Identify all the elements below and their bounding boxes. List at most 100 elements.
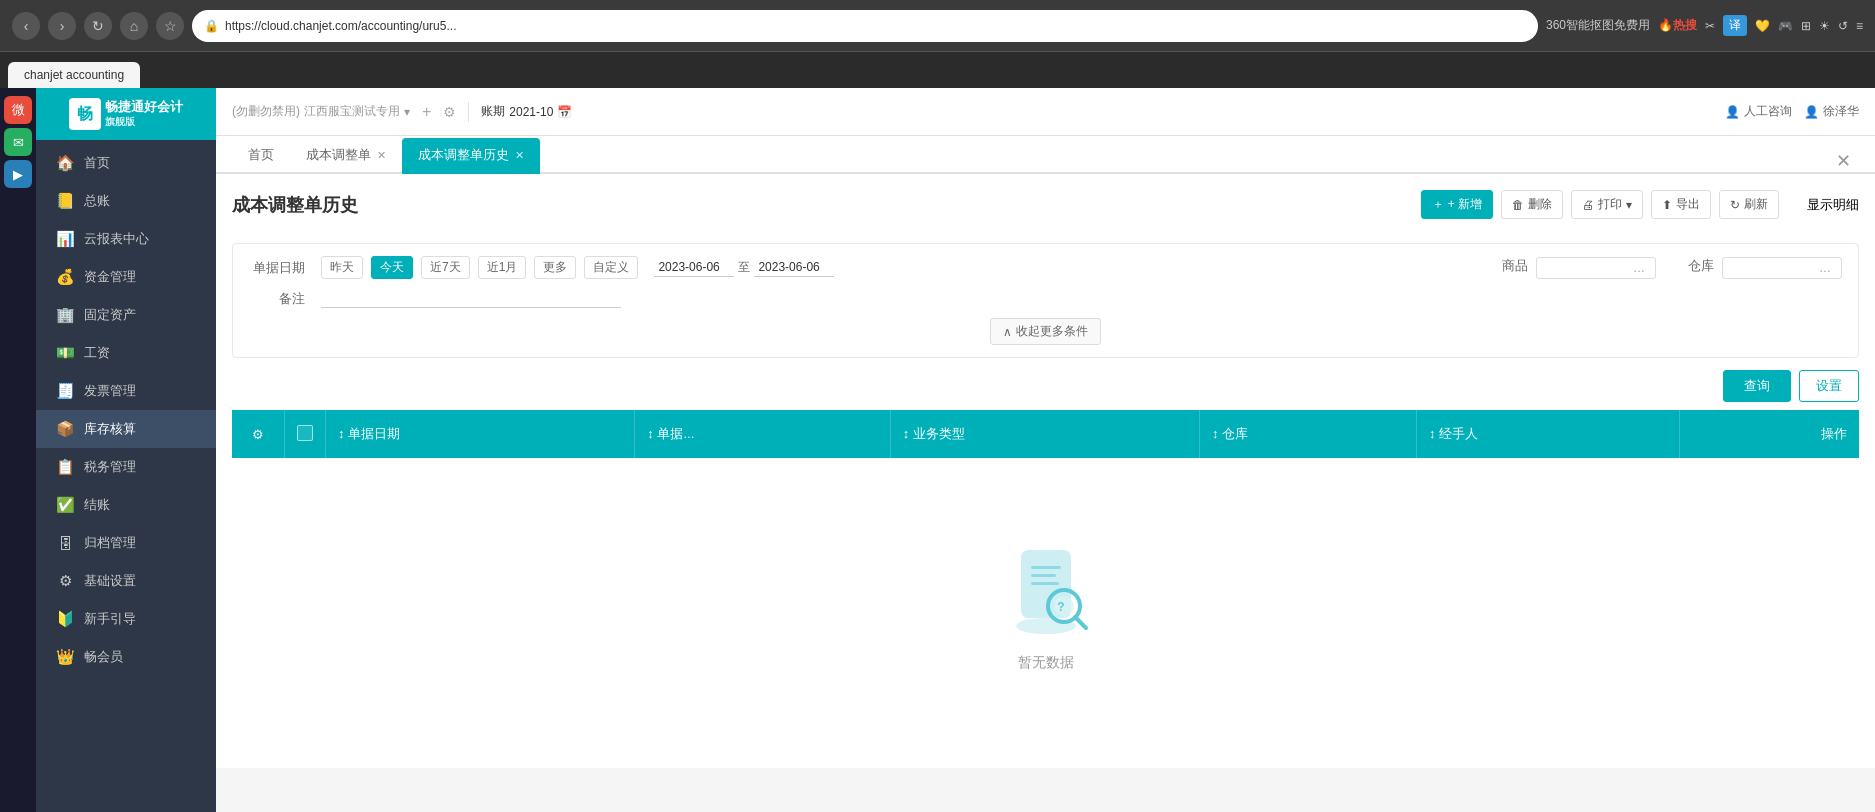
undo-icon[interactable]: ↺ [1838,19,1848,33]
tab-cost-adjust[interactable]: 成本调整单 ✕ [290,138,402,174]
wallet-icon[interactable]: 💛 [1755,19,1770,33]
strip-icon-3[interactable]: ▶ [4,160,32,188]
tab-cost-adjust-label: 成本调整单 [306,146,371,164]
sidebar-item-closing[interactable]: ✅ 结账 [36,486,216,524]
notes-filter-label: 备注 [249,290,305,308]
svg-rect-2 [1031,574,1056,577]
date-7days-btn[interactable]: 近7天 [421,256,470,279]
th-warehouse[interactable]: ↕ 仓库 [1200,410,1417,458]
date-range-input: 至 [654,258,834,277]
settings-icon[interactable]: ⚙ [443,104,456,120]
filter-row-notes: 备注 [249,289,1842,308]
settings-btn[interactable]: 设置 [1799,370,1859,402]
th-date-label: ↕ 单据日期 [338,426,400,441]
warehouse-select-btn[interactable]: … [1722,257,1842,279]
refresh-button[interactable]: ↻ [84,12,112,40]
sidebar-item-archive[interactable]: 🗄 归档管理 [36,524,216,562]
translate-btn[interactable]: 译 [1723,15,1747,36]
search-hint: 360智能抠图免费用 [1546,17,1650,34]
sidebar-item-invoices[interactable]: 🧾 发票管理 [36,372,216,410]
date-1month-btn[interactable]: 近1月 [478,256,527,279]
sidebar-item-membership[interactable]: 👑 畅会员 [36,638,216,676]
sidebar-icon-closing: ✅ [56,496,74,514]
refresh-label: 刷新 [1744,196,1768,213]
logo-text: 畅捷通好会计 [105,99,183,115]
th-date[interactable]: ↕ 单据日期 [326,410,635,458]
sidebar-item-inventory[interactable]: 📦 库存核算 [36,410,216,448]
refresh-icon: ↻ [1730,198,1740,212]
browser-tab-active[interactable]: chanjet accounting [8,62,140,88]
tab-cost-adjust-history[interactable]: 成本调整单历史 ✕ [402,138,540,174]
forward-button[interactable]: › [48,12,76,40]
sidebar-item-guide[interactable]: 🔰 新手引导 [36,600,216,638]
home-button[interactable]: ⌂ [120,12,148,40]
sidebar-item-fixed-assets[interactable]: 🏢 固定资产 [36,296,216,334]
add-company-btn[interactable]: + [422,103,431,121]
dropdown-icon[interactable]: ▾ [404,105,410,119]
date-custom-btn[interactable]: 自定义 [584,256,638,279]
date-yesterday-btn[interactable]: 昨天 [321,256,363,279]
sidebar-item-ledger[interactable]: 📒 总账 [36,182,216,220]
sun-icon[interactable]: ☀ [1819,19,1830,33]
print-icon: 🖨 [1582,198,1594,212]
date-range-separator: 至 [738,259,750,276]
export-btn[interactable]: ⬆ 导出 [1651,190,1711,219]
refresh-btn[interactable]: ↻ 刷新 [1719,190,1779,219]
th-operator[interactable]: ↕ 经手人 [1417,410,1680,458]
app-container: 微 ✉ ▶ 畅 畅捷通好会计 旗舰版 🏠 首页 📒 总账 📊 云报表中心 💰 资… [0,88,1875,812]
star-button[interactable]: ☆ [156,12,184,40]
th-number[interactable]: ↕ 单据... [635,410,890,458]
grid-icon[interactable]: ⊞ [1801,19,1811,33]
game-icon[interactable]: 🎮 [1778,19,1793,33]
notes-input[interactable] [321,289,621,308]
tab-home[interactable]: 首页 [232,138,290,174]
export-label: 导出 [1676,196,1700,213]
sidebar-item-tax[interactable]: 📋 税务管理 [36,448,216,486]
sidebar-logo: 畅 畅捷通好会计 旗舰版 [36,88,216,140]
address-bar[interactable]: 🔒 https://cloud.chanjet.com/accounting/u… [192,10,1538,42]
company-name: 江西服宝测试专用 [304,103,400,120]
sidebar-item-reports[interactable]: 📊 云报表中心 [36,220,216,258]
sidebar-icon-ledger: 📒 [56,192,74,210]
strip-icon-2[interactable]: ✉ [4,128,32,156]
page-tabs: 首页 成本调整单 ✕ 成本调整单历史 ✕ ✕ [216,136,1875,174]
collapse-chevron-icon: ∧ [1003,325,1012,339]
url-text: https://cloud.chanjet.com/accounting/uru… [225,19,456,33]
back-button[interactable]: ‹ [12,12,40,40]
tab-cost-adjust-close[interactable]: ✕ [377,149,386,162]
goods-select-btn[interactable]: … [1536,257,1656,279]
print-btn[interactable]: 🖨 打印 ▾ [1571,190,1643,219]
sidebar-item-payroll[interactable]: 💵 工资 [36,334,216,372]
th-type-label: ↕ 业务类型 [903,426,965,441]
topbar-company: (勿删勿禁用) 江西服宝测试专用 ▾ [232,103,410,120]
date-from-input[interactable] [654,258,734,277]
delete-btn[interactable]: 🗑 删除 [1501,190,1563,219]
tab-close-all-btn[interactable]: ✕ [1828,150,1859,172]
date-today-btn[interactable]: 今天 [371,256,413,279]
sidebar-item-settings[interactable]: ⚙ 基础设置 [36,562,216,600]
th-type[interactable]: ↕ 业务类型 [890,410,1199,458]
sidebar-icon-tax: 📋 [56,458,74,476]
collapse-btn[interactable]: ∧ 收起更多条件 [990,318,1101,345]
date-more-btn[interactable]: 更多 [534,256,576,279]
table-settings-icon[interactable]: ⚙ [244,420,272,448]
tab-cost-adjust-history-close[interactable]: ✕ [515,149,524,162]
sidebar-icon-funds: 💰 [56,268,74,286]
sidebar-item-funds[interactable]: 💰 资金管理 [36,258,216,296]
date-to-input[interactable] [754,258,834,277]
user-btn[interactable]: 👤 徐泽华 [1804,103,1859,120]
sidebar-item-home[interactable]: 🏠 首页 [36,144,216,182]
select-all-checkbox[interactable] [297,425,313,441]
sidebar-label-guide: 新手引导 [84,610,136,628]
show-detail-checkbox[interactable] [1787,197,1803,213]
calendar-icon[interactable]: 📅 [557,105,572,119]
strip-icon-1[interactable]: 微 [4,96,32,124]
sidebar-label-settings: 基础设置 [84,572,136,590]
spacer [1656,257,1688,279]
cut-icon[interactable]: ✂ [1705,19,1715,33]
query-btn[interactable]: 查询 [1723,370,1791,402]
menu-icon[interactable]: ≡ [1856,19,1863,33]
content-actions: ＋ + 新增 🗑 删除 🖨 打印 ▾ ⬆ [1421,190,1859,219]
consult-btn[interactable]: 👤 人工咨询 [1725,103,1792,120]
new-btn[interactable]: ＋ + 新增 [1421,190,1493,219]
